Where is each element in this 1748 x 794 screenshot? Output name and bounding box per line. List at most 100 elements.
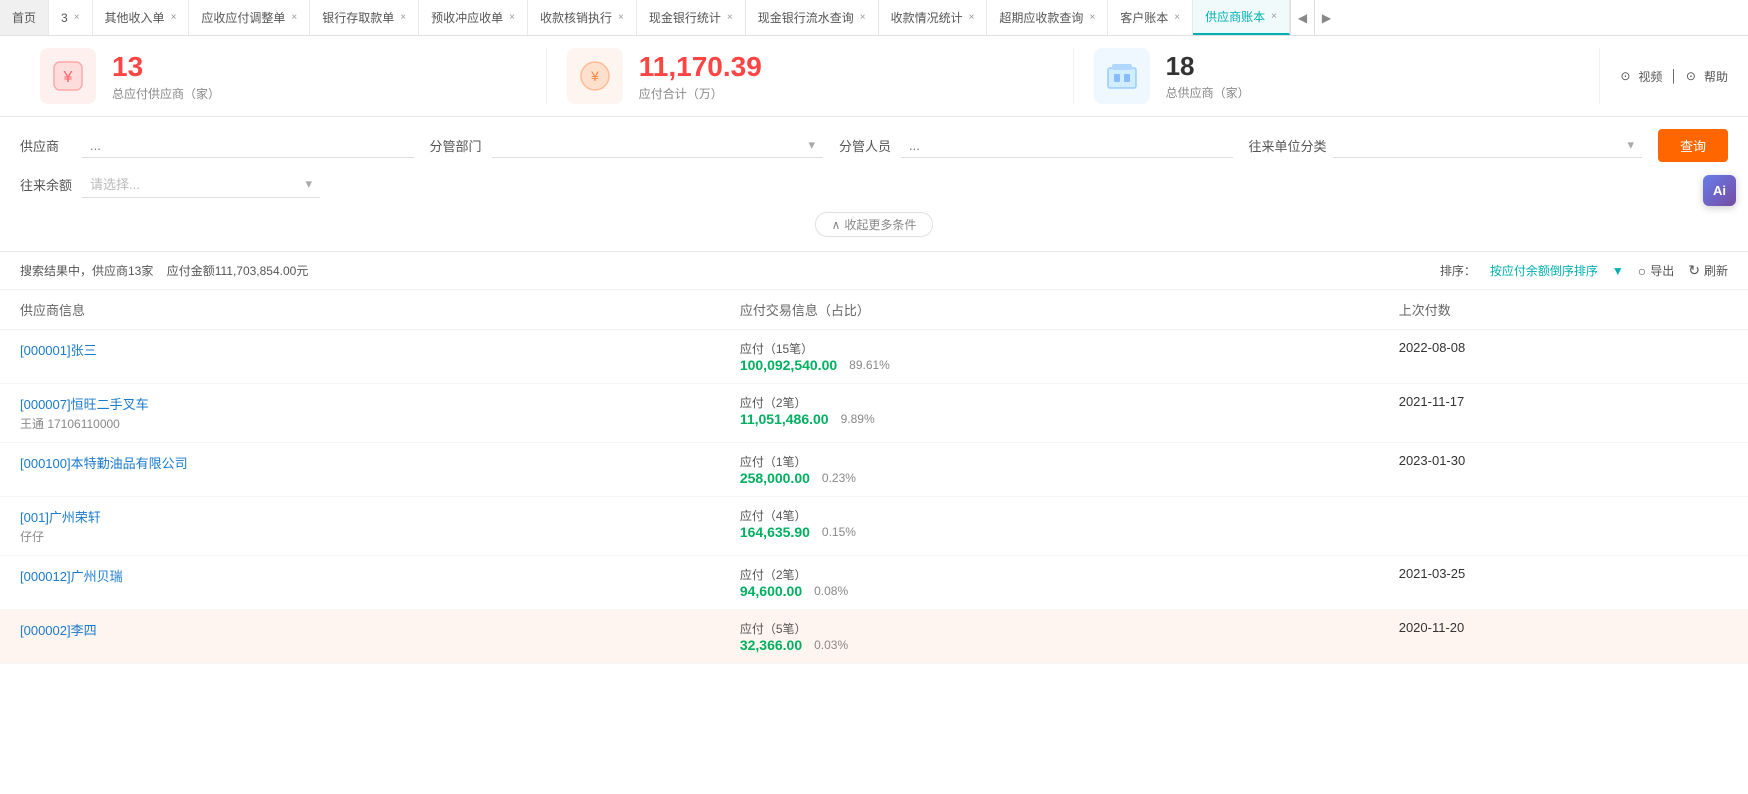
tx-cell: 应付（1笔）258,000.00 0.23%	[720, 443, 1379, 497]
nav-tab-bank-deposit[interactable]: 银行存取款单 ×	[310, 0, 419, 35]
summary-payable-suppliers: ¥ 13 总应付供应商（家）	[20, 48, 547, 104]
filter-dept: 分管部门 ▾	[430, 133, 824, 158]
nav-tab-overdue-collect[interactable]: 超期应收款查询 ×	[987, 0, 1108, 35]
last-payment-date	[1379, 497, 1748, 556]
video-link[interactable]: 视频	[1638, 68, 1662, 85]
close-icon[interactable]: ×	[291, 12, 297, 23]
table-row: [000012]广州贝瑞应付（2笔）94,600.000.08%2021-03-…	[0, 556, 1748, 610]
help-link[interactable]: 帮助	[1704, 68, 1728, 85]
supplier-input[interactable]	[82, 134, 414, 158]
tx-amount[interactable]: 94,600.00	[740, 583, 802, 599]
search-button[interactable]: 查询	[1658, 129, 1728, 162]
ai-badge[interactable]: Ai	[1703, 175, 1736, 206]
tx-percent: 0.23%	[822, 471, 856, 485]
payable-amount-text: 11,170.39 应付合计（万）	[639, 50, 762, 103]
filter-person: 分管人员	[839, 134, 1233, 158]
close-icon[interactable]: ×	[860, 12, 866, 23]
supplier-label: 供应商	[20, 136, 76, 155]
tx-amount[interactable]: 258,000.00	[740, 470, 810, 486]
last-payment-date: 2020-11-20	[1379, 610, 1748, 664]
nav-tab-supplier-account[interactable]: 供应商账本 ×	[1193, 0, 1290, 35]
table-scroll: 供应商信息 应付交易信息（占比） 上次付数 [000001]张三应付（15笔）1…	[0, 290, 1748, 664]
tx-label: 应付（1笔）	[740, 453, 1359, 470]
tx-amount[interactable]: 100,092,540.00	[740, 357, 837, 373]
close-icon[interactable]: ×	[1089, 12, 1095, 23]
circle-icon2: ⊙	[1686, 69, 1696, 83]
close-icon[interactable]: ×	[727, 12, 733, 23]
sort-arrow-icon: ▼	[1612, 264, 1624, 278]
close-icon[interactable]: ×	[74, 12, 80, 23]
table-row: [000001]张三应付（15笔）100,092,540.0089.61%202…	[0, 330, 1748, 384]
tx-cell: 应付（4笔）164,635.900.15%	[720, 497, 1379, 556]
total-suppliers-number: 18	[1166, 51, 1250, 82]
supplier-sub-info: 仔仔	[20, 528, 700, 545]
top-right-links: ⊙ 视频 │ ⊙ 帮助	[1600, 48, 1728, 104]
summary-total-suppliers: 18 总供应商（家）	[1074, 48, 1601, 104]
nav-next-arrow[interactable]: ▶	[1314, 0, 1338, 35]
person-input[interactable]	[901, 134, 1233, 158]
payable-amount-label: 应付合计（万）	[639, 85, 762, 102]
supplier-link[interactable]: [000012]广州贝瑞	[20, 569, 123, 584]
total-suppliers-icon	[1094, 48, 1150, 104]
nav-tab-collect-stat[interactable]: 收款情况统计 ×	[879, 0, 988, 35]
circle-icon: ⊙	[1620, 69, 1630, 83]
result-info: 搜索结果中，供应商13家 应付金额111,703,854.00元	[20, 262, 308, 279]
nav-tab-3[interactable]: 3 ×	[49, 0, 93, 35]
nav-prev-arrow[interactable]: ◀	[1290, 0, 1314, 35]
table-row: [000002]李四应付（5笔）32,366.000.03%2020-11-20	[0, 610, 1748, 664]
chevron-down-icon3: ▾	[305, 176, 312, 192]
export-icon: ○	[1638, 263, 1646, 279]
nav-tab-collect-verify[interactable]: 收款核销执行 ×	[528, 0, 637, 35]
tx-percent: 89.61%	[849, 358, 890, 372]
summary-payable-amount: ¥ 11,170.39 应付合计（万）	[547, 48, 1074, 104]
table-row: [000100]本特勤油品有限公司 应付（1笔）258,000.00 0.23% 20…	[0, 443, 1748, 497]
chevron-up-icon: ∧	[832, 218, 841, 232]
last-payment-date: 2021-11-17	[1379, 384, 1748, 443]
tx-cell: 应付（2笔）11,051,486.009.89%	[720, 384, 1379, 443]
payable-suppliers-number: 13	[112, 50, 220, 84]
close-icon[interactable]: ×	[969, 12, 975, 23]
sort-select[interactable]: 按应付余额倒序排序	[1490, 262, 1598, 279]
nav-tab-cash-bank-stat[interactable]: 现金银行统计 ×	[637, 0, 746, 35]
close-icon[interactable]: ×	[400, 12, 406, 23]
export-button[interactable]: ○ 导出	[1638, 262, 1674, 279]
tx-percent: 0.15%	[822, 525, 856, 539]
nav-tab-customer-account[interactable]: 客户账本 ×	[1108, 0, 1193, 35]
nav-tab-cash-bank-flow[interactable]: 现金银行流水查询 ×	[746, 0, 879, 35]
collapse-button[interactable]: ∧ 收起更多条件	[815, 212, 934, 237]
balance-select[interactable]: 请选择... ▾	[82, 170, 320, 198]
nav-tab-advance-collect[interactable]: 预收冲应收单 ×	[419, 0, 528, 35]
close-icon[interactable]: ×	[1271, 11, 1277, 22]
supplier-sub-info: 王通 17106110000	[20, 415, 700, 432]
close-icon[interactable]: ×	[509, 12, 515, 23]
nav-tab-other-income[interactable]: 其他收入单 ×	[93, 0, 190, 35]
th-tx-info: 应付交易信息（占比）	[720, 290, 1379, 330]
filter-row-2: 往来余额 请选择... ▾	[20, 170, 1728, 198]
supplier-cell: [000100]本特勤油品有限公司	[0, 443, 720, 497]
payable-suppliers-icon: ¥	[40, 48, 96, 104]
tx-amount[interactable]: 164,635.90	[740, 524, 810, 540]
supplier-link[interactable]: [001]广州荣轩	[20, 510, 101, 525]
nav-tab-ap-adjust[interactable]: 应收应付调整单 ×	[189, 0, 310, 35]
filter-area: 供应商 分管部门 ▾ 分管人员 往来单位分类 ▾	[0, 117, 1748, 252]
supplier-link[interactable]: [000007]恒旺二手叉车	[20, 397, 149, 412]
supplier-link[interactable]: [000001]张三	[20, 343, 97, 358]
tx-amount[interactable]: 32,366.00	[740, 637, 802, 653]
chevron-down-icon2: ▾	[1627, 137, 1634, 153]
svg-text:¥: ¥	[590, 68, 599, 84]
category-select[interactable]: ▾	[1333, 133, 1642, 158]
nav-tab-home[interactable]: 首页	[0, 0, 49, 35]
close-icon[interactable]: ×	[171, 12, 177, 23]
supplier-link[interactable]: [000100]本特勤油品有限公司	[20, 456, 188, 471]
tx-amount[interactable]: 11,051,486.00	[740, 411, 829, 427]
category-label: 往来单位分类	[1249, 136, 1327, 155]
refresh-icon: ↻	[1688, 262, 1700, 279]
dept-select[interactable]: ▾	[492, 133, 824, 158]
last-payment-date: 2023-01-30	[1379, 443, 1748, 497]
supplier-cell: [000001]张三	[0, 330, 720, 384]
close-icon[interactable]: ×	[618, 12, 624, 23]
tx-cell: 应付（15笔）100,092,540.0089.61%	[720, 330, 1379, 384]
supplier-link[interactable]: [000002]李四	[20, 623, 97, 638]
close-icon[interactable]: ×	[1174, 12, 1180, 23]
refresh-button[interactable]: ↻ 刷新	[1688, 262, 1728, 279]
